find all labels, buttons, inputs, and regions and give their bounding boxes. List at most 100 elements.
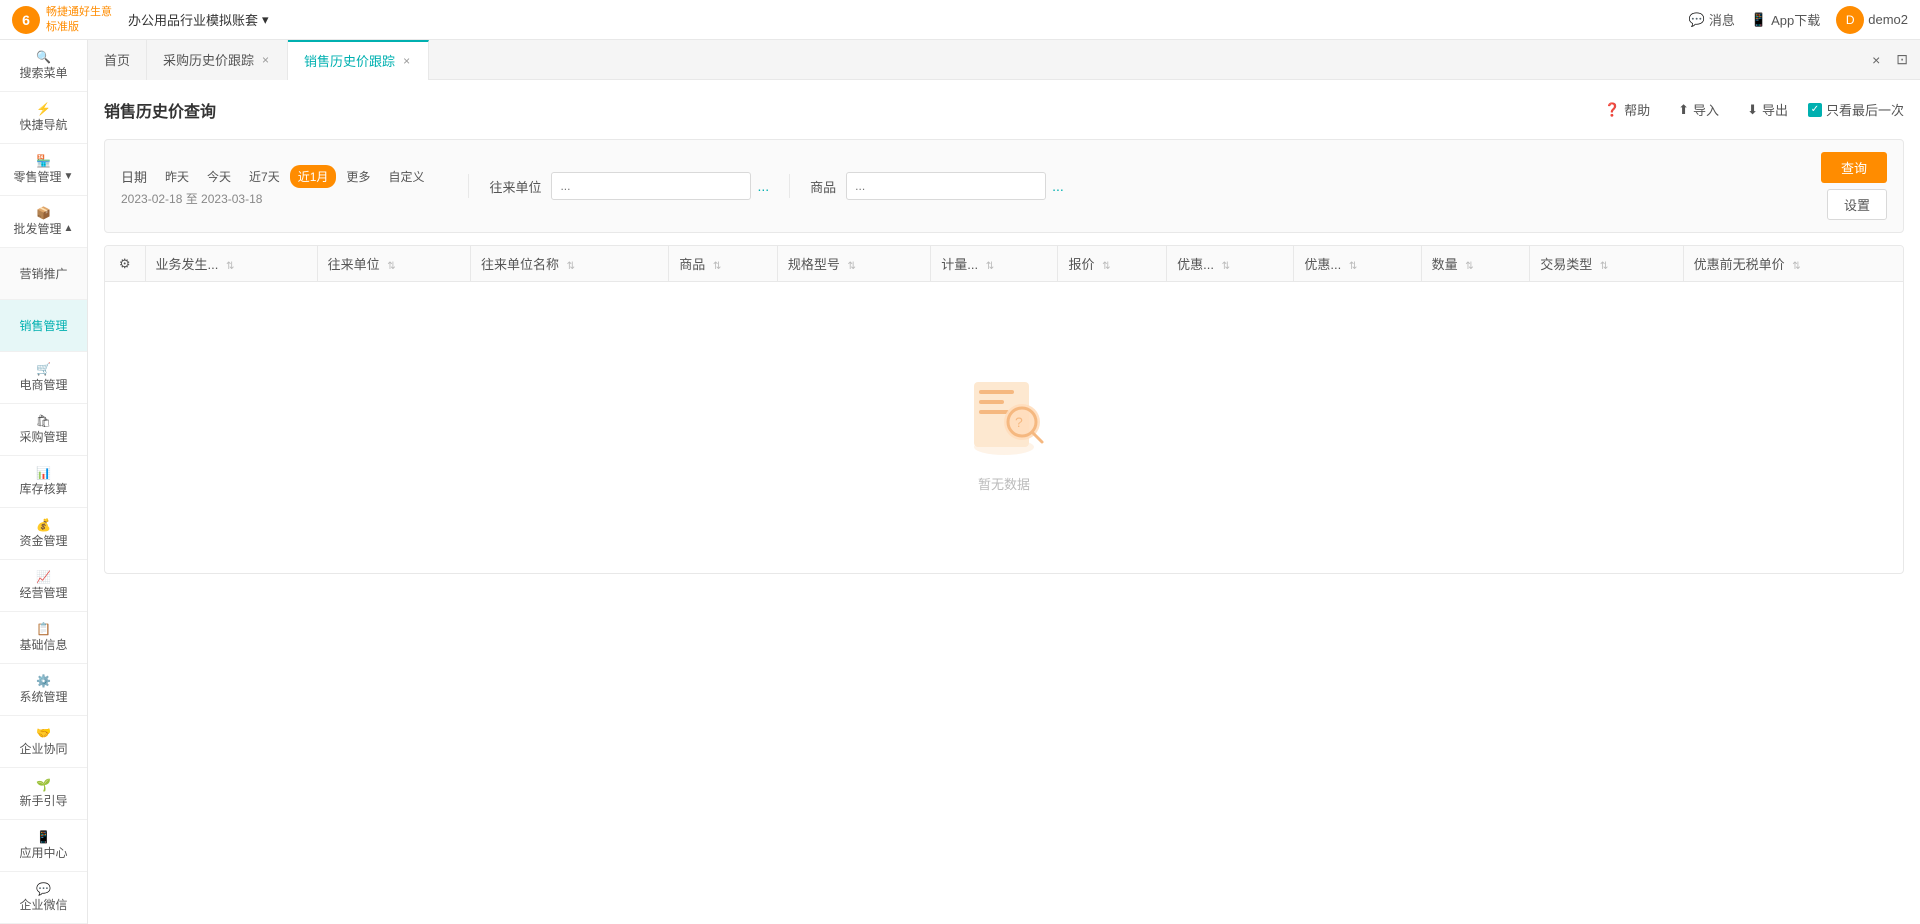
search-icon: 🔍 [36,50,51,64]
date-today[interactable]: 今天 [199,165,239,188]
tab-close-sales[interactable]: × [401,52,412,70]
tab-bar: 首页 采购历史价跟踪 × 销售历史价跟踪 × × ⊡ [88,40,1920,80]
sidebar-item-search[interactable]: 🔍 搜索菜单 [0,40,87,92]
sidebar-item-basics[interactable]: 📋 基础信息 [0,612,87,664]
sort-icon: ⇅ [1600,261,1608,272]
date-1month[interactable]: 近1月 [290,165,337,188]
retail-icon: 🏪 [36,154,51,168]
col-spec[interactable]: 规格型号 ⇅ [777,246,930,282]
restore-tab-btn[interactable]: ⊡ [1892,47,1912,72]
sidebar-item-ecommerce[interactable]: 🛒 电商管理 [0,352,87,404]
product-select-btn[interactable]: ... [1052,178,1064,194]
date-custom[interactable]: 自定义 [380,165,432,188]
page-content: 销售历史价查询 ❓ 帮助 ⬆ 导入 ⬇ 导出 ✓ [88,80,1920,924]
sort-icon: ⇅ [226,261,234,272]
sidebar-item-system[interactable]: ⚙️ 系统管理 [0,664,87,716]
export-btn[interactable]: ⬇ 导出 [1739,96,1796,123]
logo-text: 畅捷通好生意 标准版 [46,5,112,34]
sidebar-item-purchase[interactable]: 🛍 采购管理 [0,404,87,456]
sidebar-item-newcomer[interactable]: 🌱 新手引导 [0,768,87,820]
sidebar-item-quick-nav[interactable]: ⚡ 快捷导航 [0,92,87,144]
import-btn[interactable]: ⬆ 导入 [1670,96,1727,123]
table-header-row: ⚙ 业务发生... ⇅ 往来单位 ⇅ [105,246,1903,282]
operations-icon: 📈 [36,570,51,584]
sort-icon: ⇅ [1792,261,1800,272]
app-download-btn[interactable]: 📱 App下载 [1751,10,1820,29]
checkbox-icon: ✓ [1808,103,1822,117]
apps-icon: 📱 [36,830,51,844]
empty-state: ? 暂无数据 [105,282,1903,573]
sort-icon: ⇅ [847,261,855,272]
tab-purchase-history[interactable]: 采购历史价跟踪 × [147,40,288,80]
sidebar-item-wechat[interactable]: 💬 企业微信 [0,872,87,924]
table-container: ⚙ 业务发生... ⇅ 往来单位 ⇅ [104,245,1904,574]
basics-icon: 📋 [36,622,51,636]
search-btn[interactable]: 查询 [1821,152,1887,183]
product-input[interactable] [846,172,1046,200]
filter-btn-group: 查询 设置 [1821,152,1887,220]
enterprise-icon: 🤝 [36,726,51,740]
sort-icon: ⇅ [567,261,575,272]
nav-icon: ⚡ [36,102,51,116]
counterpart-label: 往来单位 [489,177,541,196]
date-more[interactable]: 更多 [338,165,378,188]
date-options: 昨天 今天 近7天 近1月 更多 自定义 [157,165,432,188]
message-btn[interactable]: 💬 消息 [1689,10,1735,29]
col-quantity[interactable]: 数量 ⇅ [1421,246,1530,282]
help-btn[interactable]: ❓ 帮助 [1596,96,1658,123]
col-pre-tax-price[interactable]: 优惠前无税单价 ⇅ [1683,246,1903,282]
chevron-down-icon: ▾ [262,12,269,28]
sidebar-item-operations[interactable]: 📈 经营管理 [0,560,87,612]
col-discount2[interactable]: 优惠... ⇅ [1294,246,1421,282]
close-all-tabs-btn[interactable]: × [1868,48,1884,72]
tab-close-purchase[interactable]: × [260,51,271,69]
wholesale-icon: 📦 [36,206,51,220]
sidebar-item-enterprise[interactable]: 🤝 企业协同 [0,716,87,768]
sort-icon: ⇅ [713,261,721,272]
download-icon: 📱 [1751,12,1767,28]
tab-sales-history[interactable]: 销售历史价跟踪 × [288,40,429,80]
sort-icon: ⇅ [1349,261,1357,272]
content-area: 首页 采购历史价跟踪 × 销售历史价跟踪 × × ⊡ 销售历史价查询 [88,40,1920,924]
gear-icon[interactable]: ⚙ [119,256,131,272]
settings-btn[interactable]: 设置 [1827,189,1887,220]
col-counterpart[interactable]: 往来单位 ⇅ [317,246,470,282]
sidebar-item-inventory[interactable]: 📊 库存核算 [0,456,87,508]
col-counterpart-name[interactable]: 往来单位名称 ⇅ [470,246,668,282]
page-title: 销售历史价查询 [104,98,216,122]
col-unit[interactable]: 计量... ⇅ [931,246,1058,282]
page-header: 销售历史价查询 ❓ 帮助 ⬆ 导入 ⬇ 导出 ✓ [104,96,1904,123]
counterpart-input[interactable] [551,172,751,200]
tab-bar-actions: × ⊡ [1868,47,1920,72]
only-last-checkbox[interactable]: ✓ 只看最后一次 [1808,100,1904,119]
sidebar-item-marketing[interactable]: 营销推广 [0,248,87,300]
avatar: D [1836,6,1864,34]
app-selector[interactable]: 办公用品行业模拟账套 ▾ [120,6,277,33]
sidebar-item-finance[interactable]: 💰 资金管理 [0,508,87,560]
sidebar-item-apps[interactable]: 📱 应用中心 [0,820,87,872]
sidebar-item-wholesale[interactable]: 📦 批发管理 ▲ [0,196,87,248]
sidebar-item-retail[interactable]: 🏪 零售管理 ▼ [0,144,87,196]
collapse-icon: ▲ [64,223,74,234]
tab-home[interactable]: 首页 [88,40,147,80]
page-actions: ❓ 帮助 ⬆ 导入 ⬇ 导出 ✓ 只看最后一次 [1596,96,1904,123]
date-label: 日期 [121,167,147,186]
date-7days[interactable]: 近7天 [241,165,288,188]
counterpart-select-btn[interactable]: ... [757,178,769,194]
help-icon: ❓ [1604,102,1620,118]
col-discount1[interactable]: 优惠... ⇅ [1167,246,1294,282]
data-table: ⚙ 业务发生... ⇅ 往来单位 ⇅ [105,246,1903,282]
logo-area: 6 畅捷通好生意 标准版 [12,5,112,34]
col-gear: ⚙ [105,246,145,282]
col-quote[interactable]: 报价 ⇅ [1058,246,1167,282]
wechat-icon: 💬 [36,882,51,896]
sort-icon: ⇅ [986,261,994,272]
user-menu[interactable]: D demo2 [1836,6,1908,34]
col-transaction-type[interactable]: 交易类型 ⇅ [1530,246,1683,282]
sort-icon: ⇅ [387,261,395,272]
col-product[interactable]: 商品 ⇅ [669,246,778,282]
filter-area: 日期 昨天 今天 近7天 近1月 更多 自定义 2023-02-18 至 202… [104,139,1904,233]
col-biz-date[interactable]: 业务发生... ⇅ [145,246,317,282]
date-yesterday[interactable]: 昨天 [157,165,197,188]
sidebar-item-sales-mgmt[interactable]: 销售管理 [0,300,87,352]
